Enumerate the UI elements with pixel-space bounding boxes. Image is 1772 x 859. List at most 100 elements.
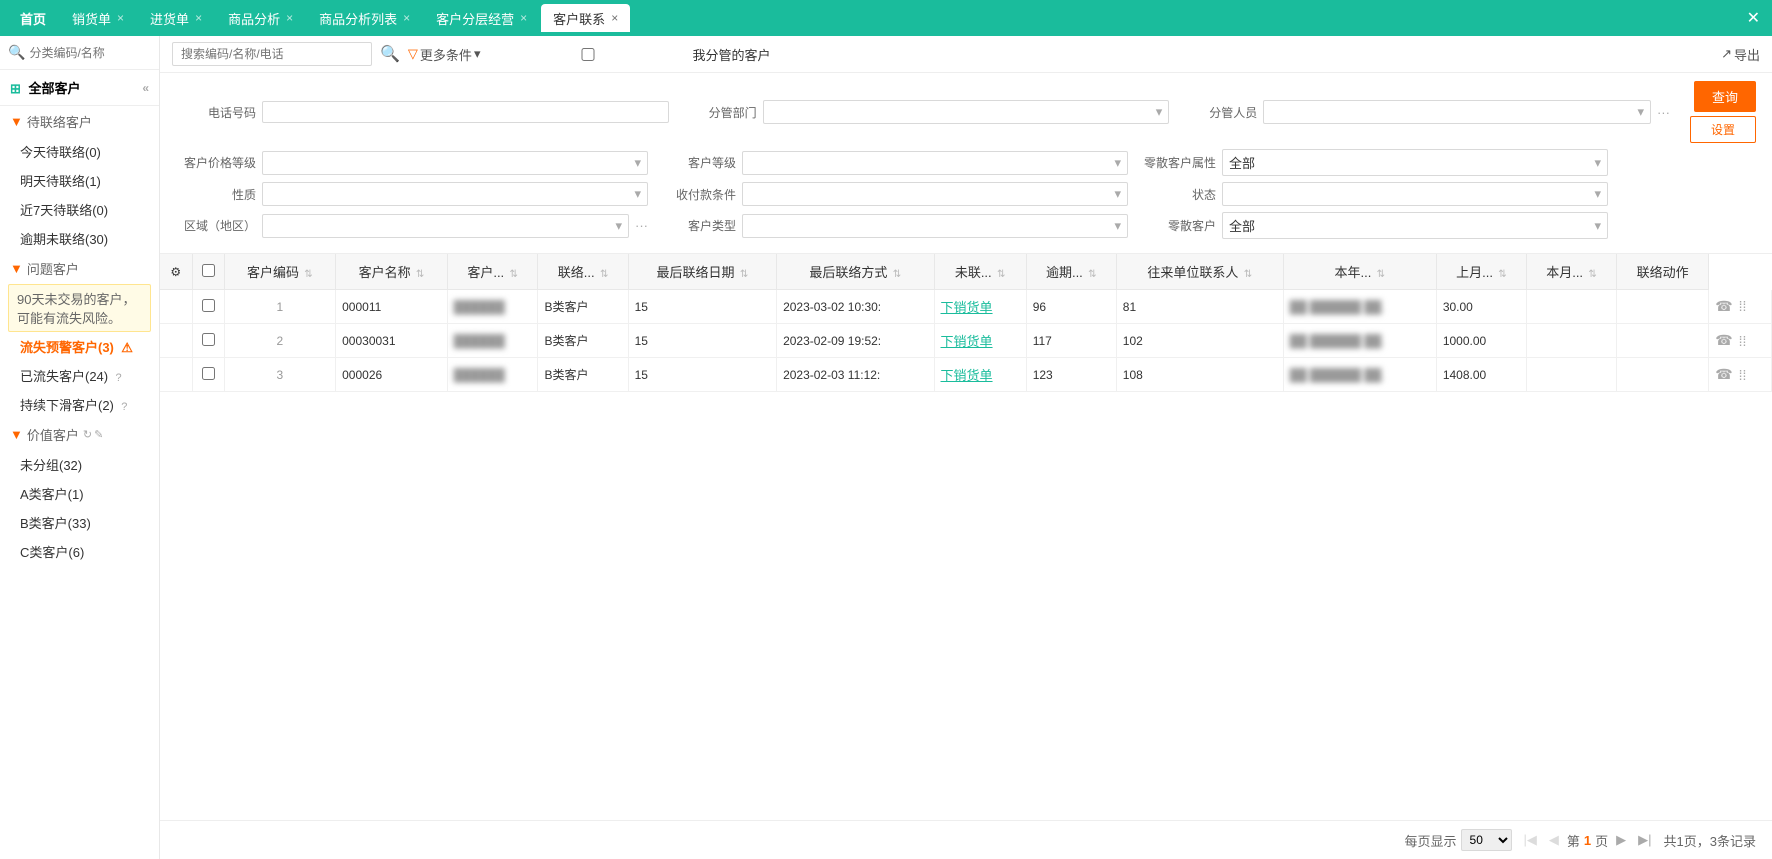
- close-tab-customer-contact[interactable]: ×: [611, 11, 618, 25]
- prev-page-button[interactable]: ◀: [1545, 830, 1563, 850]
- last-page-button[interactable]: ▶|: [1634, 830, 1655, 850]
- customer-level-select[interactable]: ▾: [742, 151, 1128, 175]
- action-contact-icon-1[interactable]: ☎: [1715, 332, 1732, 349]
- scattered-value: 全部: [1229, 216, 1255, 235]
- price-level-select[interactable]: ▾: [262, 151, 648, 175]
- col-settings[interactable]: ⚙: [160, 254, 192, 290]
- region-select[interactable]: ▾: [262, 214, 629, 238]
- col-contacts[interactable]: 联络... ⇅: [538, 254, 628, 290]
- col-overdue[interactable]: 逾期... ⇅: [1026, 254, 1116, 290]
- refresh-icon[interactable]: ↻: [83, 428, 92, 441]
- cell-checkbox-1[interactable]: [192, 324, 224, 358]
- search-input[interactable]: [172, 42, 372, 66]
- col-checkbox[interactable]: [192, 254, 224, 290]
- my-customers-checkbox[interactable]: [488, 48, 688, 61]
- col-last-contact-date[interactable]: 最后联络日期 ⇅: [628, 254, 776, 290]
- last-method-link-2[interactable]: 下销货单: [941, 368, 993, 383]
- close-tab-purchase[interactable]: ×: [195, 11, 202, 25]
- dept-select[interactable]: ▾: [763, 100, 1170, 124]
- scattered-select[interactable]: 全部 ▾: [1222, 212, 1608, 239]
- search-button[interactable]: 🔍: [380, 44, 400, 64]
- person-more-button[interactable]: ···: [1657, 105, 1670, 120]
- tab-product-analysis-list[interactable]: 商品分析列表 ×: [307, 4, 422, 32]
- col-this-month[interactable]: 本月... ⇅: [1526, 254, 1616, 290]
- next-page-button[interactable]: ▶: [1612, 830, 1630, 850]
- per-page-select[interactable]: 50 100 200: [1461, 829, 1512, 851]
- select-all-checkbox[interactable]: [202, 264, 215, 277]
- tab-customer-tier[interactable]: 客户分层经营 ×: [424, 4, 539, 32]
- cell-last-date-2: 2023-02-03 11:12:: [777, 358, 934, 392]
- collapse-icon[interactable]: «: [142, 81, 149, 95]
- last-method-link-0[interactable]: 下销货单: [941, 300, 993, 315]
- cell-checkbox-2[interactable]: [192, 358, 224, 392]
- cell-last-method-0[interactable]: 下销货单: [934, 290, 1026, 324]
- tab-purchase[interactable]: 进货单 ×: [138, 4, 214, 32]
- sidebar-search-input[interactable]: [29, 46, 160, 60]
- person-select[interactable]: ▾: [1263, 100, 1651, 124]
- col-contact-person[interactable]: 往来单位联系人 ⇅: [1116, 254, 1283, 290]
- tab-sales[interactable]: 销货单 ×: [60, 4, 136, 32]
- all-customers-header[interactable]: ⊞ 全部客户 «: [0, 70, 159, 106]
- export-button[interactable]: ↗ 导出: [1721, 45, 1760, 64]
- cell-last-method-2[interactable]: 下销货单: [934, 358, 1026, 392]
- close-tab-product-analysis[interactable]: ×: [286, 11, 293, 25]
- sidebar-item-ungrouped[interactable]: 未分组(32): [0, 450, 159, 479]
- group-pending-contact[interactable]: ▼ 待联络客户: [0, 106, 159, 137]
- cell-last-method-1[interactable]: 下销货单: [934, 324, 1026, 358]
- col-no-contact[interactable]: 未联... ⇅: [934, 254, 1026, 290]
- row-checkbox-2[interactable]: [202, 367, 215, 380]
- payment-select[interactable]: ▾: [742, 182, 1128, 206]
- settings-button[interactable]: 设置: [1690, 116, 1756, 143]
- row-checkbox-0[interactable]: [202, 299, 215, 312]
- more-conditions-button[interactable]: ▽ 更多条件 ▾: [408, 45, 481, 64]
- last-method-link-1[interactable]: 下销货单: [941, 334, 993, 349]
- phone-input[interactable]: [262, 101, 669, 123]
- customer-level-label: 客户等级: [656, 154, 736, 171]
- sidebar-item-a-class[interactable]: A类客户(1): [0, 479, 159, 508]
- status-select[interactable]: ▾: [1222, 182, 1608, 206]
- cell-contacts-1: 15: [628, 324, 776, 358]
- sidebar-item-declining[interactable]: 持续下滑客户(2) ?: [0, 390, 159, 419]
- close-tab-customer-tier[interactable]: ×: [520, 11, 527, 25]
- query-button[interactable]: 查询: [1694, 81, 1756, 112]
- edit-icon[interactable]: ✎: [94, 428, 103, 441]
- action-contact-icon-0[interactable]: ☎: [1715, 298, 1732, 315]
- customer-type-select[interactable]: ▾: [742, 214, 1128, 238]
- group-value-customers[interactable]: ▼ 价值客户 ↻ ✎: [0, 419, 159, 450]
- sidebar-item-today[interactable]: 今天待联络(0): [0, 137, 159, 166]
- table-footer: 每页显示 50 100 200 |◀ ◀ 第 1 页 ▶ ▶| 共1页，3条记录: [160, 820, 1772, 859]
- action-more-icon-1[interactable]: ⁞⁞: [1739, 333, 1747, 349]
- col-type[interactable]: 客户... ⇅: [447, 254, 538, 290]
- cell-last-month-0: [1526, 290, 1616, 324]
- sidebar-item-churned[interactable]: 已流失客户(24) ?: [0, 361, 159, 390]
- action-contact-icon-2[interactable]: ☎: [1715, 366, 1732, 383]
- first-page-button[interactable]: |◀: [1520, 830, 1541, 850]
- sidebar-item-b-class[interactable]: B类客户(33): [0, 508, 159, 537]
- cell-action-1: ☎ ⁞⁞: [1709, 324, 1772, 358]
- col-name[interactable]: 客户名称 ⇅: [336, 254, 448, 290]
- group-problem-customers[interactable]: ▼ 问题客户: [0, 253, 159, 284]
- col-last-contact-method[interactable]: 最后联络方式 ⇅: [777, 254, 934, 290]
- close-all-button[interactable]: ✕: [1743, 4, 1764, 32]
- sidebar-item-c-class[interactable]: C类客户(6): [0, 537, 159, 566]
- tab-product-analysis[interactable]: 商品分析 ×: [216, 4, 305, 32]
- sidebar-item-7days[interactable]: 近7天待联络(0): [0, 195, 159, 224]
- tab-customer-contact[interactable]: 客户联系 ×: [541, 4, 630, 32]
- cell-checkbox-0[interactable]: [192, 290, 224, 324]
- scattered-attr-select[interactable]: 全部 ▾: [1222, 149, 1608, 176]
- sidebar-item-overdue-contact[interactable]: 逾期未联络(30): [0, 224, 159, 253]
- col-last-month[interactable]: 上月... ⇅: [1436, 254, 1526, 290]
- nature-select[interactable]: ▾: [262, 182, 648, 206]
- action-more-icon-0[interactable]: ⁞⁞: [1739, 298, 1747, 314]
- sidebar-item-tomorrow[interactable]: 明天待联络(1): [0, 166, 159, 195]
- close-tab-sales[interactable]: ×: [117, 11, 124, 25]
- sidebar-item-churn-warning[interactable]: 流失预警客户(3) ⚠: [0, 332, 159, 361]
- action-more-icon-2[interactable]: ⁞⁞: [1739, 367, 1747, 383]
- my-customers-checkbox-label[interactable]: 我分管的客户: [488, 45, 770, 64]
- col-this-year[interactable]: 本年... ⇅: [1283, 254, 1436, 290]
- row-checkbox-1[interactable]: [202, 333, 215, 346]
- col-code[interactable]: 客户编码 ⇅: [224, 254, 336, 290]
- region-more-button[interactable]: ···: [635, 218, 648, 233]
- tab-home[interactable]: 首页: [8, 4, 58, 32]
- close-tab-product-analysis-list[interactable]: ×: [403, 11, 410, 25]
